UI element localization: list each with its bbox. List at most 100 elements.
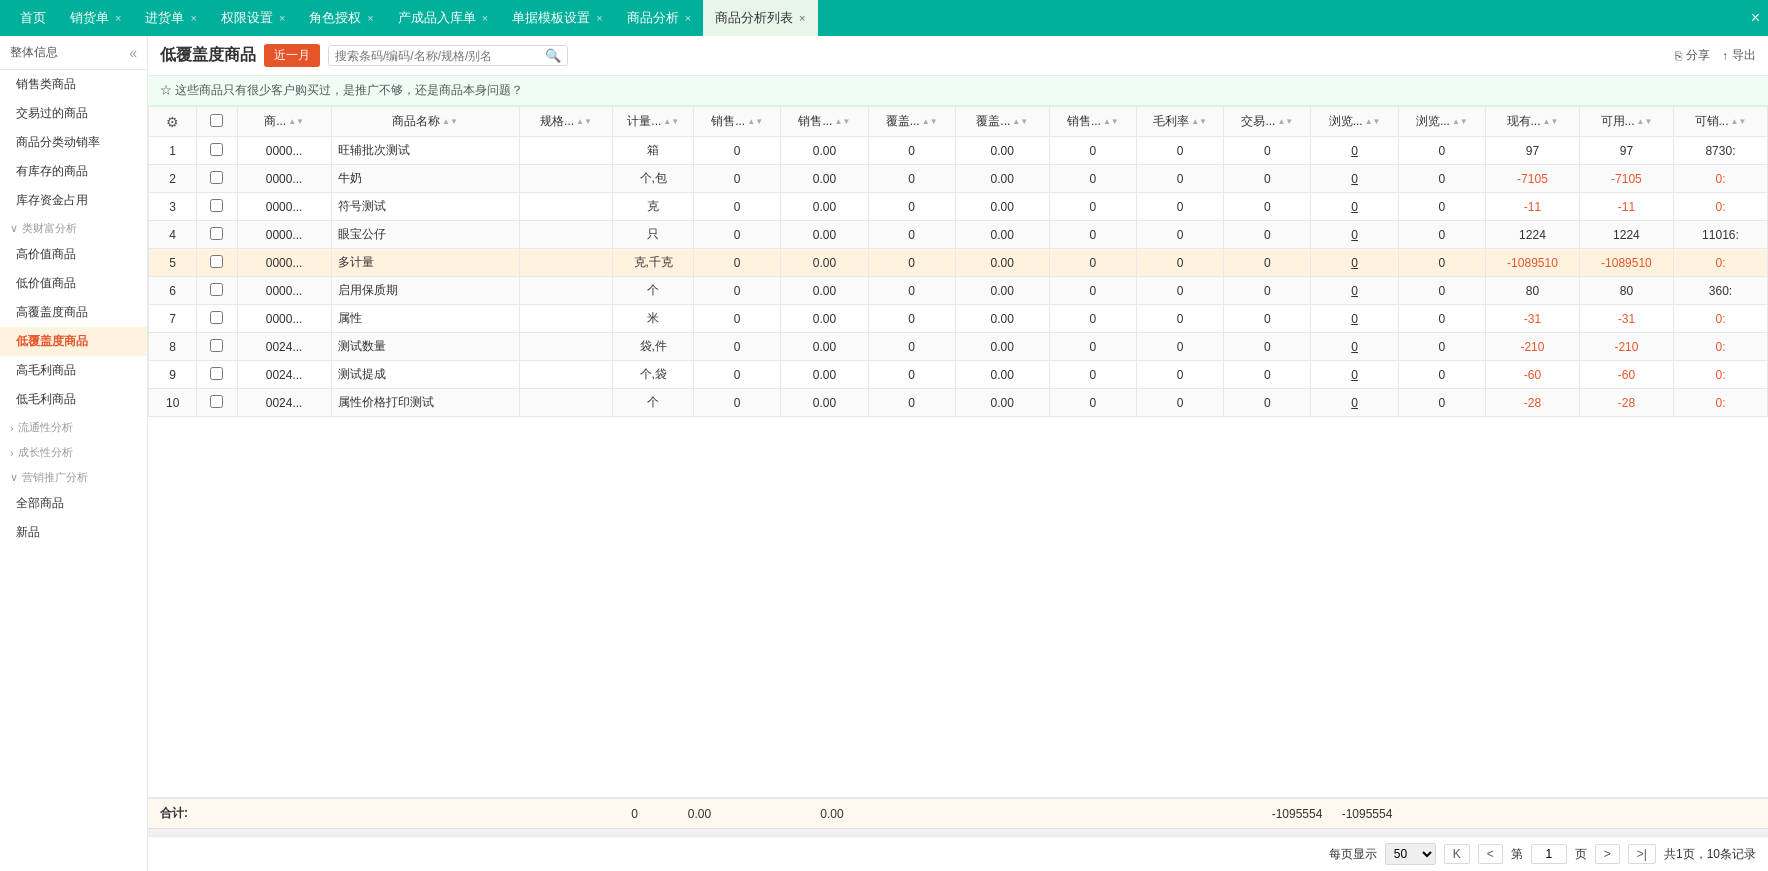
- sort-arrows-gross[interactable]: ▲▼: [1191, 118, 1207, 126]
- cell-check[interactable]: [197, 193, 237, 221]
- per-page-select[interactable]: 50 100 200: [1385, 843, 1436, 865]
- sort-arrows-curr[interactable]: ▲▼: [1543, 118, 1559, 126]
- th-sellable[interactable]: 可销... ▲▼: [1673, 107, 1767, 137]
- tab-product-entry[interactable]: 产成品入库单 ×: [386, 0, 500, 36]
- settings-icon[interactable]: ⚙: [166, 114, 179, 130]
- browse-link[interactable]: 0: [1351, 144, 1358, 158]
- sidebar-item-with-stock[interactable]: 有库存的商品: [0, 157, 147, 186]
- cell-check[interactable]: [197, 305, 237, 333]
- row-checkbox[interactable]: [210, 227, 223, 240]
- cell-browse1[interactable]: 0: [1311, 193, 1398, 221]
- cell-check[interactable]: [197, 165, 237, 193]
- sidebar-item-sales-items[interactable]: 销售类商品: [0, 70, 147, 99]
- th-cover2[interactable]: 覆盖... ▲▼: [955, 107, 1049, 137]
- last-page-button[interactable]: >|: [1628, 844, 1656, 864]
- cell-browse1[interactable]: 0: [1311, 277, 1398, 305]
- sort-arrows-name[interactable]: ▲▼: [442, 118, 458, 126]
- sort-arrows-unit[interactable]: ▲▼: [663, 118, 679, 126]
- row-checkbox[interactable]: [210, 283, 223, 296]
- th-sale2[interactable]: 销售... ▲▼: [781, 107, 868, 137]
- sort-arrows-code[interactable]: ▲▼: [288, 118, 304, 126]
- close-permissions-tab[interactable]: ×: [279, 12, 285, 24]
- export-button[interactable]: ↑ 导出: [1722, 47, 1756, 64]
- sidebar-section-marketing-analysis[interactable]: ∨ 营销推广分析: [0, 464, 147, 489]
- cell-check[interactable]: [197, 249, 237, 277]
- browse-link[interactable]: 0: [1351, 312, 1358, 326]
- th-curr[interactable]: 现有... ▲▼: [1485, 107, 1579, 137]
- first-page-button[interactable]: K: [1444, 844, 1470, 864]
- close-sales-tab[interactable]: ×: [115, 12, 121, 24]
- close-roles-tab[interactable]: ×: [367, 12, 373, 24]
- tab-templates[interactable]: 单据模板设置 ×: [500, 0, 614, 36]
- th-sale1[interactable]: 销售... ▲▼: [694, 107, 781, 137]
- sidebar-item-traded-items[interactable]: 交易过的商品: [0, 99, 147, 128]
- row-checkbox[interactable]: [210, 143, 223, 156]
- th-browse2[interactable]: 浏览... ▲▼: [1398, 107, 1485, 137]
- row-checkbox[interactable]: [210, 367, 223, 380]
- tab-sales[interactable]: 销货单 ×: [58, 0, 133, 36]
- th-check[interactable]: [197, 107, 237, 137]
- th-avail[interactable]: 可用... ▲▼: [1579, 107, 1673, 137]
- sidebar-item-low-profit[interactable]: 低毛利商品: [0, 385, 147, 414]
- th-code[interactable]: 商... ▲▼: [237, 107, 331, 137]
- sort-arrows-sale1[interactable]: ▲▼: [747, 118, 763, 126]
- row-checkbox[interactable]: [210, 339, 223, 352]
- browse-link[interactable]: 0: [1351, 256, 1358, 270]
- tab-analysis-list[interactable]: 商品分析列表 ×: [703, 0, 817, 36]
- th-unit[interactable]: 计量... ▲▼: [613, 107, 694, 137]
- sort-arrows-sale3[interactable]: ▲▼: [1103, 118, 1119, 126]
- cell-check[interactable]: [197, 221, 237, 249]
- page-input[interactable]: [1531, 844, 1567, 864]
- sidebar-item-low-coverage[interactable]: 低覆盖度商品: [0, 327, 147, 356]
- sort-arrows-cover2[interactable]: ▲▼: [1012, 118, 1028, 126]
- th-spec[interactable]: 规格... ▲▼: [519, 107, 613, 137]
- tab-analysis[interactable]: 商品分析 ×: [615, 0, 703, 36]
- th-gross[interactable]: 毛利率 ▲▼: [1136, 107, 1223, 137]
- sort-arrows-browse1[interactable]: ▲▼: [1365, 118, 1381, 126]
- tab-purchase[interactable]: 进货单 ×: [133, 0, 208, 36]
- browse-link[interactable]: 0: [1351, 228, 1358, 242]
- select-all-checkbox[interactable]: [210, 114, 223, 127]
- th-trade[interactable]: 交易... ▲▼: [1224, 107, 1311, 137]
- time-filter-button[interactable]: 近一月: [264, 44, 320, 67]
- sort-arrows-cover1[interactable]: ▲▼: [922, 118, 938, 126]
- sort-arrows-browse2[interactable]: ▲▼: [1452, 118, 1468, 126]
- close-analysis-list-tab[interactable]: ×: [799, 12, 805, 24]
- cell-browse1[interactable]: 0: [1311, 333, 1398, 361]
- cell-browse1[interactable]: 0: [1311, 165, 1398, 193]
- cell-browse1[interactable]: 0: [1311, 361, 1398, 389]
- share-button[interactable]: ⎘ 分享: [1675, 47, 1710, 64]
- th-cover1[interactable]: 覆盖... ▲▼: [868, 107, 955, 137]
- sort-arrows-spec[interactable]: ▲▼: [576, 118, 592, 126]
- cell-browse1[interactable]: 0: [1311, 305, 1398, 333]
- sort-arrows-avail[interactable]: ▲▼: [1637, 118, 1653, 126]
- cell-browse1[interactable]: 0: [1311, 389, 1398, 417]
- th-browse1[interactable]: 浏览... ▲▼: [1311, 107, 1398, 137]
- row-checkbox[interactable]: [210, 395, 223, 408]
- th-sale3[interactable]: 销售... ▲▼: [1049, 107, 1136, 137]
- row-checkbox[interactable]: [210, 171, 223, 184]
- browse-link[interactable]: 0: [1351, 368, 1358, 382]
- sidebar-item-high-coverage[interactable]: 高覆盖度商品: [0, 298, 147, 327]
- sort-arrows-sale2[interactable]: ▲▼: [834, 118, 850, 126]
- browse-link[interactable]: 0: [1351, 284, 1358, 298]
- sidebar-item-sales-rate[interactable]: 商品分类动销率: [0, 128, 147, 157]
- tab-permissions[interactable]: 权限设置 ×: [209, 0, 297, 36]
- sidebar-item-low-value[interactable]: 低价值商品: [0, 269, 147, 298]
- row-checkbox[interactable]: [210, 199, 223, 212]
- cell-check[interactable]: [197, 137, 237, 165]
- sort-arrows-trade[interactable]: ▲▼: [1277, 118, 1293, 126]
- next-page-button[interactable]: >: [1595, 844, 1620, 864]
- browse-link[interactable]: 0: [1351, 340, 1358, 354]
- close-templates-tab[interactable]: ×: [596, 12, 602, 24]
- browse-link[interactable]: 0: [1351, 200, 1358, 214]
- cell-check[interactable]: [197, 333, 237, 361]
- sidebar-collapse-button[interactable]: «: [129, 45, 137, 61]
- cell-check[interactable]: [197, 361, 237, 389]
- th-settings[interactable]: ⚙: [149, 107, 197, 137]
- cell-browse1[interactable]: 0: [1311, 137, 1398, 165]
- cell-browse1[interactable]: 0: [1311, 221, 1398, 249]
- cell-check[interactable]: [197, 277, 237, 305]
- close-purchase-tab[interactable]: ×: [190, 12, 196, 24]
- sidebar-item-stock-capital[interactable]: 库存资金占用: [0, 186, 147, 215]
